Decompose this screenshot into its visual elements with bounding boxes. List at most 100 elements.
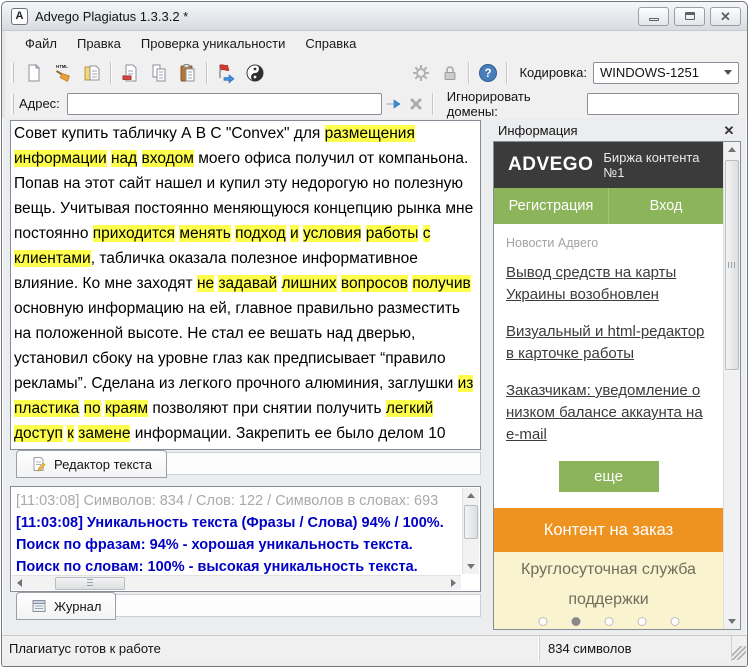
tab-text-editor[interactable]: Редактор текста (16, 450, 167, 478)
login-button[interactable]: Вход (609, 188, 723, 224)
panel-close-icon[interactable]: ✕ (720, 123, 738, 139)
scroll-up-arrow[interactable] (463, 488, 478, 503)
clean-html-button[interactable]: HTML (48, 59, 77, 86)
close-button[interactable]: ✕ (710, 6, 741, 26)
log-output: [11:03:08] Символов: 834 / Слов: 122 / С… (10, 486, 481, 592)
log-tab-row: Журнал (10, 592, 481, 622)
minimize-button[interactable] (638, 6, 669, 26)
encoding-value: WINDOWS-1251 (600, 65, 699, 80)
copy-button[interactable] (144, 59, 173, 86)
ignore-domains-input[interactable] (587, 92, 740, 115)
svg-text:HTML: HTML (56, 64, 68, 69)
text-segment (137, 150, 141, 167)
carousel-dot[interactable] (538, 617, 547, 626)
text-segment: легкий (385, 400, 434, 417)
start-check-button[interactable] (211, 59, 240, 86)
encoding-label: Кодировка: (519, 65, 587, 80)
register-button[interactable]: Регистрация (494, 188, 609, 224)
more-news-button[interactable]: еще (558, 461, 659, 492)
text-segment: замене (78, 425, 131, 442)
carousel-dot[interactable] (571, 617, 580, 626)
window-frame-bottom (2, 661, 747, 666)
go-button[interactable] (382, 92, 405, 116)
paste-icon (180, 63, 194, 81)
new-document-icon (28, 63, 40, 81)
minimize-icon (648, 18, 659, 21)
resize-grip[interactable] (732, 646, 746, 660)
chevron-down-icon (724, 70, 732, 75)
support-banner[interactable]: Круглосуточная служба поддержки (494, 552, 723, 629)
menu-item[interactable]: Файл (15, 33, 67, 54)
text-segment: с (422, 225, 431, 242)
maximize-icon (684, 12, 695, 20)
text-segment: над (111, 150, 138, 167)
clear-address-button[interactable] (405, 92, 428, 116)
remove-text-button[interactable] (115, 59, 144, 86)
text-segment: условия (303, 225, 362, 242)
log-hscroll-thumb[interactable] (55, 576, 125, 590)
thumb-grip (87, 579, 93, 587)
text-segment: и (290, 225, 299, 242)
lock-icon (444, 65, 456, 80)
editor-column: Совет купить табличку А В С "Convex" для… (10, 120, 481, 633)
log-horizontal-scrollbar[interactable] (12, 575, 461, 590)
menu-item[interactable]: Справка (295, 33, 366, 54)
carousel-dot[interactable] (604, 617, 613, 626)
title-bar: A Advego Plagiatus 1.3.3.2 * ✕ (2, 2, 747, 31)
close-icon: ✕ (720, 8, 731, 24)
text-segment (79, 400, 83, 417)
text-segment: подход (235, 225, 286, 242)
log-vertical-scrollbar[interactable] (462, 488, 479, 574)
tab-journal-label: Журнал (54, 598, 102, 614)
tab-journal[interactable]: Журнал (16, 592, 117, 620)
start-check-icon (218, 63, 234, 84)
paste-button[interactable] (173, 59, 202, 86)
lock-button[interactable] (435, 59, 464, 86)
toolbar-grip[interactable] (11, 62, 14, 83)
carousel-dot[interactable] (670, 617, 679, 626)
addressbar-grip[interactable] (11, 93, 14, 114)
log-vscroll-thumb[interactable] (464, 505, 478, 539)
open-document-button[interactable] (77, 59, 106, 86)
toolbar-separator (468, 61, 470, 84)
scroll-down-arrow[interactable] (724, 614, 739, 629)
text-editor[interactable]: Совет купить табличку А В С "Convex" для… (10, 120, 481, 450)
encoding-select[interactable]: WINDOWS-1251 (593, 61, 739, 84)
editor-tab-row: Редактор текста (10, 450, 481, 480)
scroll-left-arrow[interactable] (12, 576, 27, 591)
text-segment: размещения (324, 125, 415, 142)
new-document-button[interactable] (19, 59, 48, 86)
news-link[interactable]: Вывод средств на карты Украины возобновл… (506, 262, 711, 306)
copy-icon (152, 64, 165, 81)
maximize-button[interactable] (674, 6, 705, 26)
advego-tagline: Биржа контента №1 (603, 150, 700, 180)
menu-item[interactable]: Проверка уникальности (131, 33, 295, 54)
window-title: Advego Plagiatus 1.3.3.2 * (35, 8, 189, 24)
text-segment: из (457, 375, 474, 392)
menu-item[interactable]: Правка (67, 33, 131, 54)
text-segment: клиентами (14, 250, 91, 267)
support-line2: поддержки (568, 590, 649, 608)
info-panel-body: ADVEGO Биржа контента №1 Регистрация Вхо… (493, 141, 741, 630)
text-segment: входом (141, 150, 194, 167)
panel-vertical-scrollbar[interactable] (723, 142, 740, 629)
deep-check-button[interactable] (240, 59, 269, 86)
panel-vscroll-thumb[interactable] (725, 160, 739, 370)
scroll-down-arrow[interactable] (463, 559, 478, 574)
content-order-banner[interactable]: Контент на заказ (494, 508, 723, 552)
advego-brand-bar[interactable]: ADVEGO Биржа контента №1 (494, 142, 723, 188)
news-link[interactable]: Заказчикам: уведомление о низком балансе… (506, 380, 711, 446)
address-input[interactable] (66, 92, 382, 115)
settings-button[interactable] (406, 59, 435, 86)
scroll-right-arrow[interactable] (446, 576, 461, 591)
carousel-dot[interactable] (637, 617, 646, 626)
text-segment: получив (412, 275, 471, 292)
info-panel-content: ADVEGO Биржа контента №1 Регистрация Вхо… (494, 142, 723, 629)
news-link[interactable]: Визуальный и html-редактор в карточке ра… (506, 321, 711, 365)
help-button[interactable]: ? (473, 59, 502, 86)
log-line: [11:03:08] Символов: 834 / Слов: 122 / С… (16, 493, 439, 509)
char-count: 834 символов (540, 636, 732, 661)
text-segment: не (196, 275, 215, 292)
scroll-up-arrow[interactable] (724, 142, 739, 157)
news-heading: Новости Адвего (506, 236, 599, 250)
